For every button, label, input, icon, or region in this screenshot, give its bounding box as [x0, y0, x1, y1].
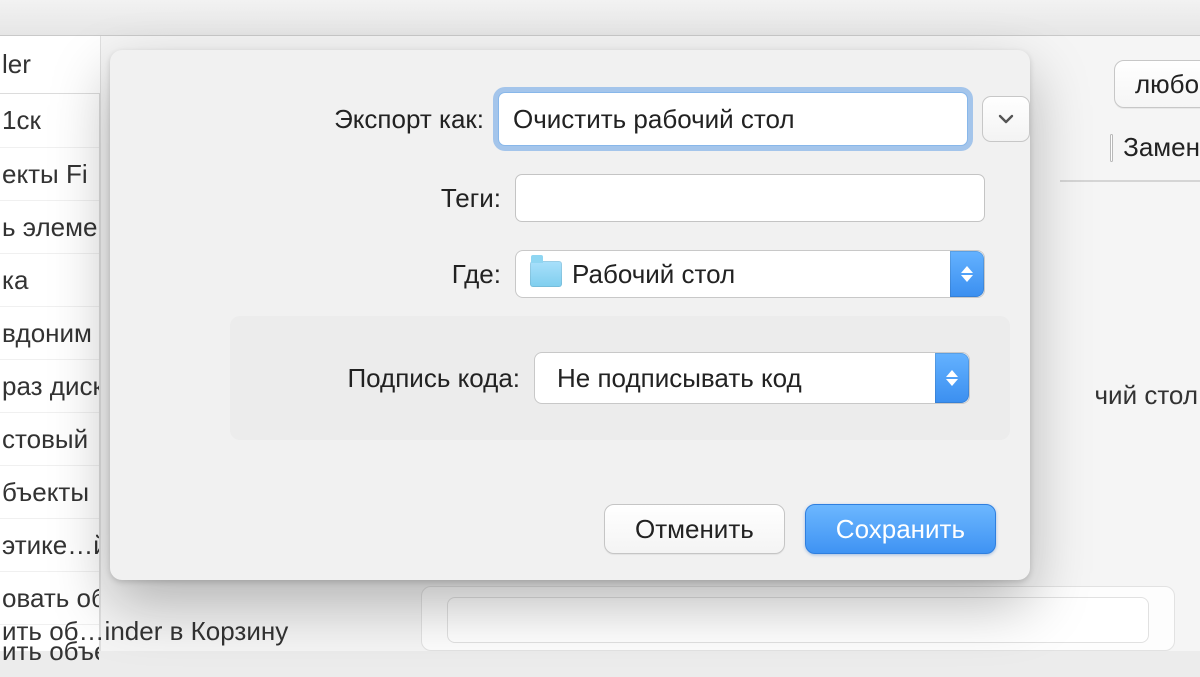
sidebar-item-label: овать об — [2, 583, 99, 614]
where-select[interactable]: Рабочий стол — [515, 250, 985, 298]
code-sign-label: Подпись кода: — [230, 363, 534, 394]
background-partial-label: чий стол — [1095, 380, 1199, 411]
where-value: Рабочий стол — [572, 259, 735, 290]
trash-row-label: ить об…inder в Корзину — [2, 616, 288, 646]
sidebar-item-label: ь элеме — [2, 212, 97, 243]
code-sign-select[interactable]: Не подписывать код — [534, 352, 970, 404]
tags-row: Теги: — [110, 174, 1030, 222]
folder-icon — [530, 261, 562, 287]
sidebar-item[interactable]: ь элеме — [0, 200, 99, 253]
sidebar-item[interactable]: 1ск — [0, 94, 99, 147]
background-right-controls: любо Замен — [1110, 60, 1200, 163]
export-as-value: Очистить рабочий стол — [513, 104, 795, 135]
sidebar-item-label: стовый — [2, 424, 88, 455]
where-row: Где: Рабочий стол — [110, 250, 1030, 298]
export-as-row: Экспорт как: Очистить рабочий стол — [110, 92, 1030, 146]
checkbox-icon[interactable] — [1110, 134, 1113, 162]
window-toolbar — [0, 0, 1200, 36]
cancel-button[interactable]: Отменить — [604, 504, 785, 554]
sidebar-item-label: этике…й — [2, 530, 99, 561]
sidebar-item-label: 1ск — [2, 105, 41, 136]
sidebar-item-label: раз диск — [2, 371, 99, 402]
tags-label: Теги: — [110, 183, 515, 214]
sidebar-item[interactable]: раз диск — [0, 359, 99, 412]
background-sidebar: 1ск екты Fi ь элеме ка вдоним раз диск с… — [0, 36, 100, 651]
export-as-label: Экспорт как: — [110, 104, 498, 135]
sidebar-item-label: вдоним — [2, 318, 92, 349]
sidebar-header: ler — [0, 36, 100, 94]
background-inset-field — [447, 597, 1149, 643]
any-button[interactable]: любо — [1114, 60, 1200, 108]
background-trash-row[interactable]: ить об…inder в Корзину — [2, 616, 288, 647]
background-panel — [421, 586, 1175, 651]
any-button-label: любо — [1135, 69, 1199, 100]
cancel-button-label: Отменить — [635, 514, 754, 545]
sidebar-item-label: екты Fi — [2, 159, 88, 190]
sidebar-item[interactable]: екты Fi — [0, 147, 99, 200]
replace-checkbox-label: Замен — [1123, 132, 1200, 163]
select-stepper-icon — [935, 353, 969, 403]
chevron-down-icon — [998, 111, 1014, 127]
sidebar-header-text: ler — [2, 49, 31, 80]
background-divider — [1060, 180, 1200, 182]
select-stepper-icon — [950, 251, 984, 297]
sidebar-item-label: бъекты — [2, 477, 89, 508]
dialog-buttons: Отменить Сохранить — [604, 504, 996, 554]
sidebar-item[interactable]: бъекты — [0, 465, 99, 518]
sidebar-item[interactable]: этике…й — [0, 518, 99, 571]
where-label: Где: — [110, 259, 515, 290]
save-button[interactable]: Сохранить — [805, 504, 996, 554]
sidebar-item[interactable]: стовый — [0, 412, 99, 465]
code-sign-value: Не подписывать код — [557, 363, 802, 394]
replace-checkbox-row[interactable]: Замен — [1110, 132, 1200, 163]
export-as-input[interactable]: Очистить рабочий стол — [498, 92, 968, 146]
expand-location-button[interactable] — [982, 96, 1030, 142]
export-dialog: Экспорт как: Очистить рабочий стол Теги:… — [110, 50, 1030, 580]
save-button-label: Сохранить — [836, 514, 965, 545]
sidebar-item[interactable]: вдоним — [0, 306, 99, 359]
tags-input[interactable] — [515, 174, 985, 222]
code-sign-panel: Подпись кода: Не подписывать код — [230, 316, 1010, 440]
partial-label-text: чий стол — [1095, 380, 1199, 410]
sidebar-item-label: ка — [2, 265, 28, 296]
sidebar-item[interactable]: ка — [0, 253, 99, 306]
